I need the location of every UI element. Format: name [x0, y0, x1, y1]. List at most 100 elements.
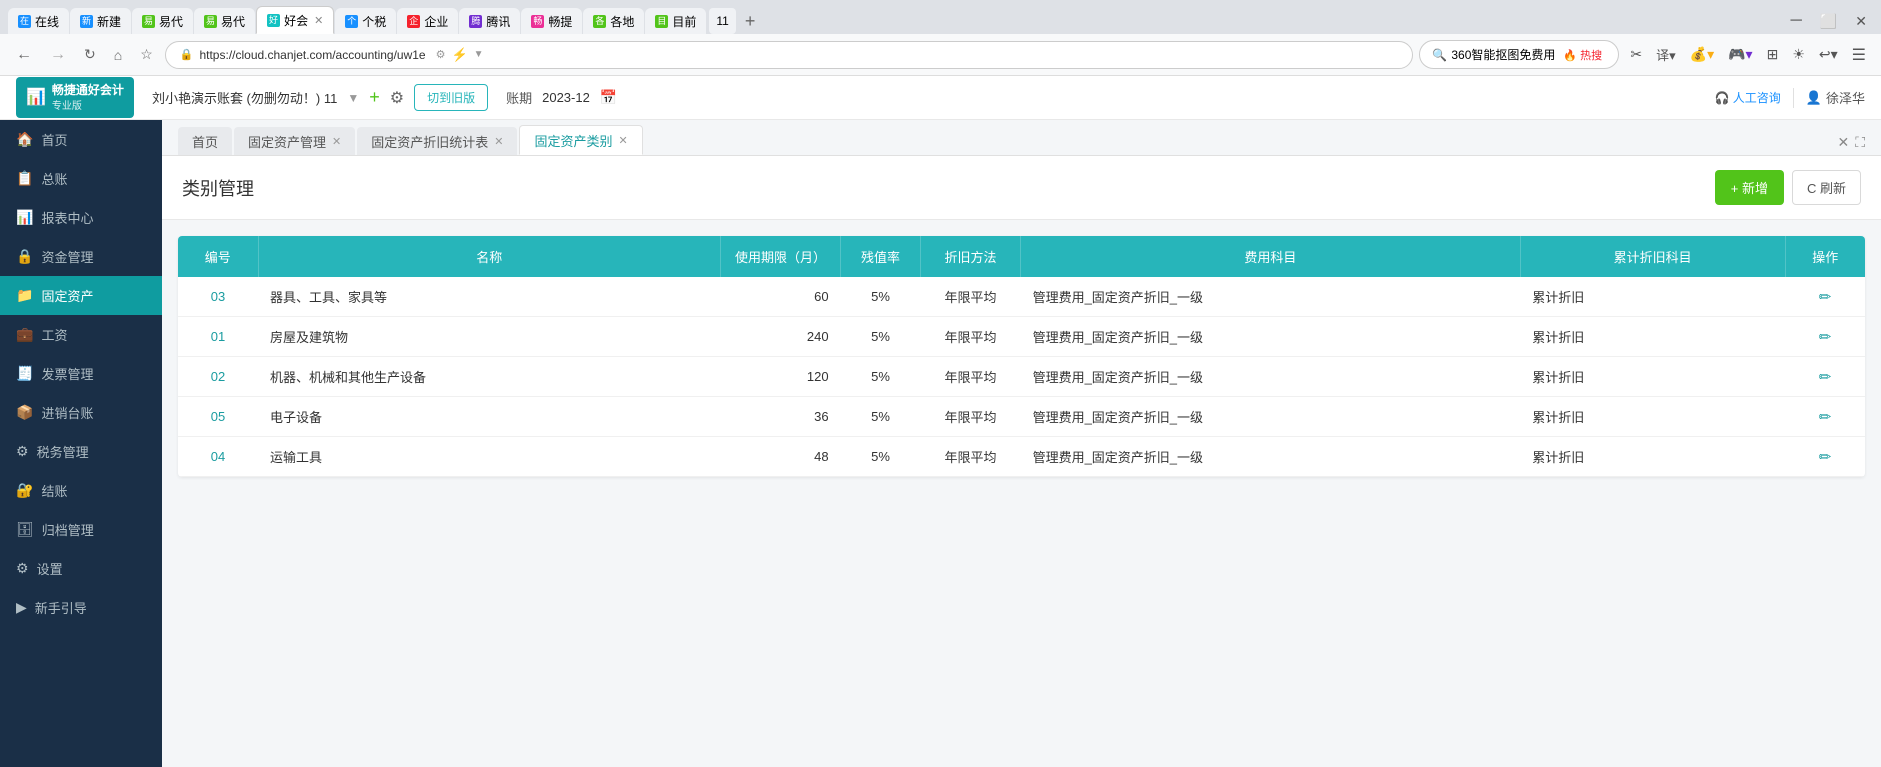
browser-tab-5[interactable]: 好 好会 ✕ [256, 6, 334, 34]
table-row: 05 电子设备 36 5% 年限平均 管理费用_固定资产折旧_一级 累计折旧 ✏ [178, 397, 1865, 437]
window-min-button[interactable]: ─ [1784, 12, 1807, 30]
sidebar-item-home[interactable]: 🏠 首页 [0, 120, 162, 159]
cell-action: ✏ [1785, 397, 1865, 437]
col-action: 操作 [1785, 236, 1865, 277]
close-tab-btn[interactable]: ✕ [1837, 134, 1849, 151]
new-tab-button[interactable]: + [737, 8, 764, 34]
account-dropdown-btn[interactable]: ▼ [347, 91, 359, 105]
tab-close-category[interactable]: ✕ [619, 134, 628, 147]
wallet-btn[interactable]: 💰▾ [1685, 44, 1719, 65]
edit-btn-row2[interactable]: ✏ [1819, 328, 1832, 346]
app-tab-home[interactable]: 首页 [178, 127, 232, 155]
edit-btn-row1[interactable]: ✏ [1819, 288, 1832, 306]
user-profile[interactable]: 👤 徐泽华 [1806, 88, 1865, 107]
window-max-button[interactable]: ⬜ [1814, 13, 1843, 30]
bookmark-button[interactable]: ☆ [134, 44, 159, 65]
tab-close-mgmt[interactable]: ✕ [332, 135, 341, 148]
sidebar-item-fund[interactable]: 🔒 资金管理 [0, 237, 162, 276]
sidebar-item-archive[interactable]: 🗄 归档管理 [0, 510, 162, 549]
edit-btn-row5[interactable]: ✏ [1819, 448, 1832, 466]
sidebar-item-payroll[interactable]: 💼 工资 [0, 315, 162, 354]
tab-label-4: 易代 [221, 13, 245, 30]
cell-residual: 5% [841, 397, 921, 437]
edit-btn-row3[interactable]: ✏ [1819, 368, 1832, 386]
reload-button[interactable]: ↻ [78, 44, 102, 65]
tab-label-2: 新建 [97, 13, 121, 30]
browser-menu-btn[interactable]: ☰ [1847, 43, 1871, 67]
app-tab-fixed-asset-mgmt[interactable]: 固定资产管理 ✕ [234, 127, 355, 155]
tab-close-depreciation[interactable]: ✕ [494, 135, 503, 148]
sidebar-item-reports[interactable]: 📊 报表中心 [0, 198, 162, 237]
logo-icon: 📊 [26, 87, 46, 107]
tab-label-3: 易代 [159, 13, 183, 30]
forward-button[interactable]: → [44, 44, 72, 66]
col-expense: 费用科目 [1021, 236, 1521, 277]
edit-btn-row4[interactable]: ✏ [1819, 408, 1832, 426]
home-browser-button[interactable]: ⌂ [108, 45, 128, 65]
sidebar-item-fixed-assets[interactable]: 📁 固定资产 [0, 276, 162, 315]
add-account-btn[interactable]: + [369, 87, 380, 108]
energy-icon: ⚡ [451, 47, 467, 63]
sidebar-item-settings[interactable]: ⚙ 设置 [0, 549, 162, 588]
refresh-button[interactable]: C 刷新 [1792, 170, 1861, 205]
search-bar[interactable]: 🔍 360智能抠图免费用 🔥 热搜 [1419, 40, 1619, 69]
guide-icon: ▶ [16, 599, 27, 616]
browser-tab-1[interactable]: 在 在线 [8, 8, 69, 34]
browser-tab-11[interactable]: 目 目前 [645, 8, 706, 34]
browser-tab-7[interactable]: 企 企业 [397, 8, 458, 34]
expand-btn[interactable]: ⛶ [1855, 134, 1865, 151]
address-bar[interactable]: 🔒 https://cloud.chanjet.com/accounting/u… [165, 41, 1414, 69]
cell-period: 36 [721, 397, 841, 437]
theme-btn[interactable]: ☀ [1787, 44, 1810, 65]
tab-label-10: 各地 [610, 13, 634, 30]
sidebar-item-tax[interactable]: ⚙ 税务管理 [0, 432, 162, 471]
sidebar-item-close[interactable]: 🔐 结账 [0, 471, 162, 510]
back-button[interactable]: ← [10, 44, 38, 66]
browser-tab-6[interactable]: 个 个税 [335, 8, 396, 34]
url-text: https://cloud.chanjet.com/accounting/uw1… [199, 48, 425, 62]
url-dropdown-icon[interactable]: ▼ [474, 49, 484, 60]
cell-method: 年限平均 [921, 437, 1021, 477]
tab-label-5: 好会 [284, 12, 308, 29]
browser-tab-8[interactable]: 腾 腾讯 [459, 8, 520, 34]
sidebar-item-ledger[interactable]: 📋 总账 [0, 159, 162, 198]
app-tab-depreciation[interactable]: 固定资产折旧统计表 ✕ [357, 127, 517, 155]
cell-period: 48 [721, 437, 841, 477]
app-tab-category[interactable]: 固定资产类别 ✕ [519, 125, 642, 155]
category-table: 编号 名称 使用期限（月） 残值率 折旧方法 费用科目 累计折旧科目 操作 [178, 236, 1865, 477]
cell-method: 年限平均 [921, 277, 1021, 317]
browser-tab-9[interactable]: 畅 畅提 [521, 8, 582, 34]
switch-version-btn[interactable]: 切到旧版 [414, 84, 488, 111]
sidebar-item-invoice[interactable]: 🧾 发票管理 [0, 354, 162, 393]
settings-btn[interactable]: ⚙ [390, 88, 404, 108]
sidebar-item-purchase-sales[interactable]: 📦 进销台账 [0, 393, 162, 432]
payroll-icon: 💼 [16, 326, 33, 343]
tab-close-5[interactable]: ✕ [314, 14, 323, 27]
security-icon: 🔒 [180, 48, 194, 61]
sidebar-item-guide[interactable]: ▶ 新手引导 [0, 588, 162, 627]
home-icon: 🏠 [16, 131, 33, 148]
browser-tab-4[interactable]: 易 易代 [194, 8, 255, 34]
cell-code: 02 [178, 357, 258, 397]
browser-tab-2[interactable]: 新 新建 [70, 8, 131, 34]
browser-tab-3[interactable]: 易 易代 [132, 8, 193, 34]
history-back-btn[interactable]: ↩▾ [1814, 44, 1843, 65]
calendar-icon-btn[interactable]: 📅 [600, 89, 617, 106]
grid-btn[interactable]: ⊞ [1762, 44, 1784, 65]
col-name: 名称 [258, 236, 721, 277]
fixed-assets-icon: 📁 [16, 287, 33, 304]
scissor-icon-btn[interactable]: ✂ [1625, 44, 1647, 65]
tab-count-badge[interactable]: 11 [709, 8, 735, 34]
browser-tab-10[interactable]: 各 各地 [583, 8, 644, 34]
add-button[interactable]: + 新增 [1715, 170, 1784, 205]
cell-expense: 管理费用_固定资产折旧_一级 [1021, 397, 1521, 437]
game-btn[interactable]: 🎮▾ [1723, 44, 1757, 65]
service-button[interactable]: 🎧 人工咨询 [1715, 89, 1781, 106]
page-header: 类别管理 + 新增 C 刷新 [162, 156, 1881, 220]
tax-icon: ⚙ [16, 443, 29, 460]
headset-icon: 🎧 [1715, 91, 1730, 105]
browser-menu-icon[interactable]: ⚙ [436, 48, 446, 61]
window-close-button[interactable]: ✕ [1849, 13, 1873, 30]
translate-btn[interactable]: 译▾ [1651, 43, 1681, 66]
cell-code: 05 [178, 397, 258, 437]
